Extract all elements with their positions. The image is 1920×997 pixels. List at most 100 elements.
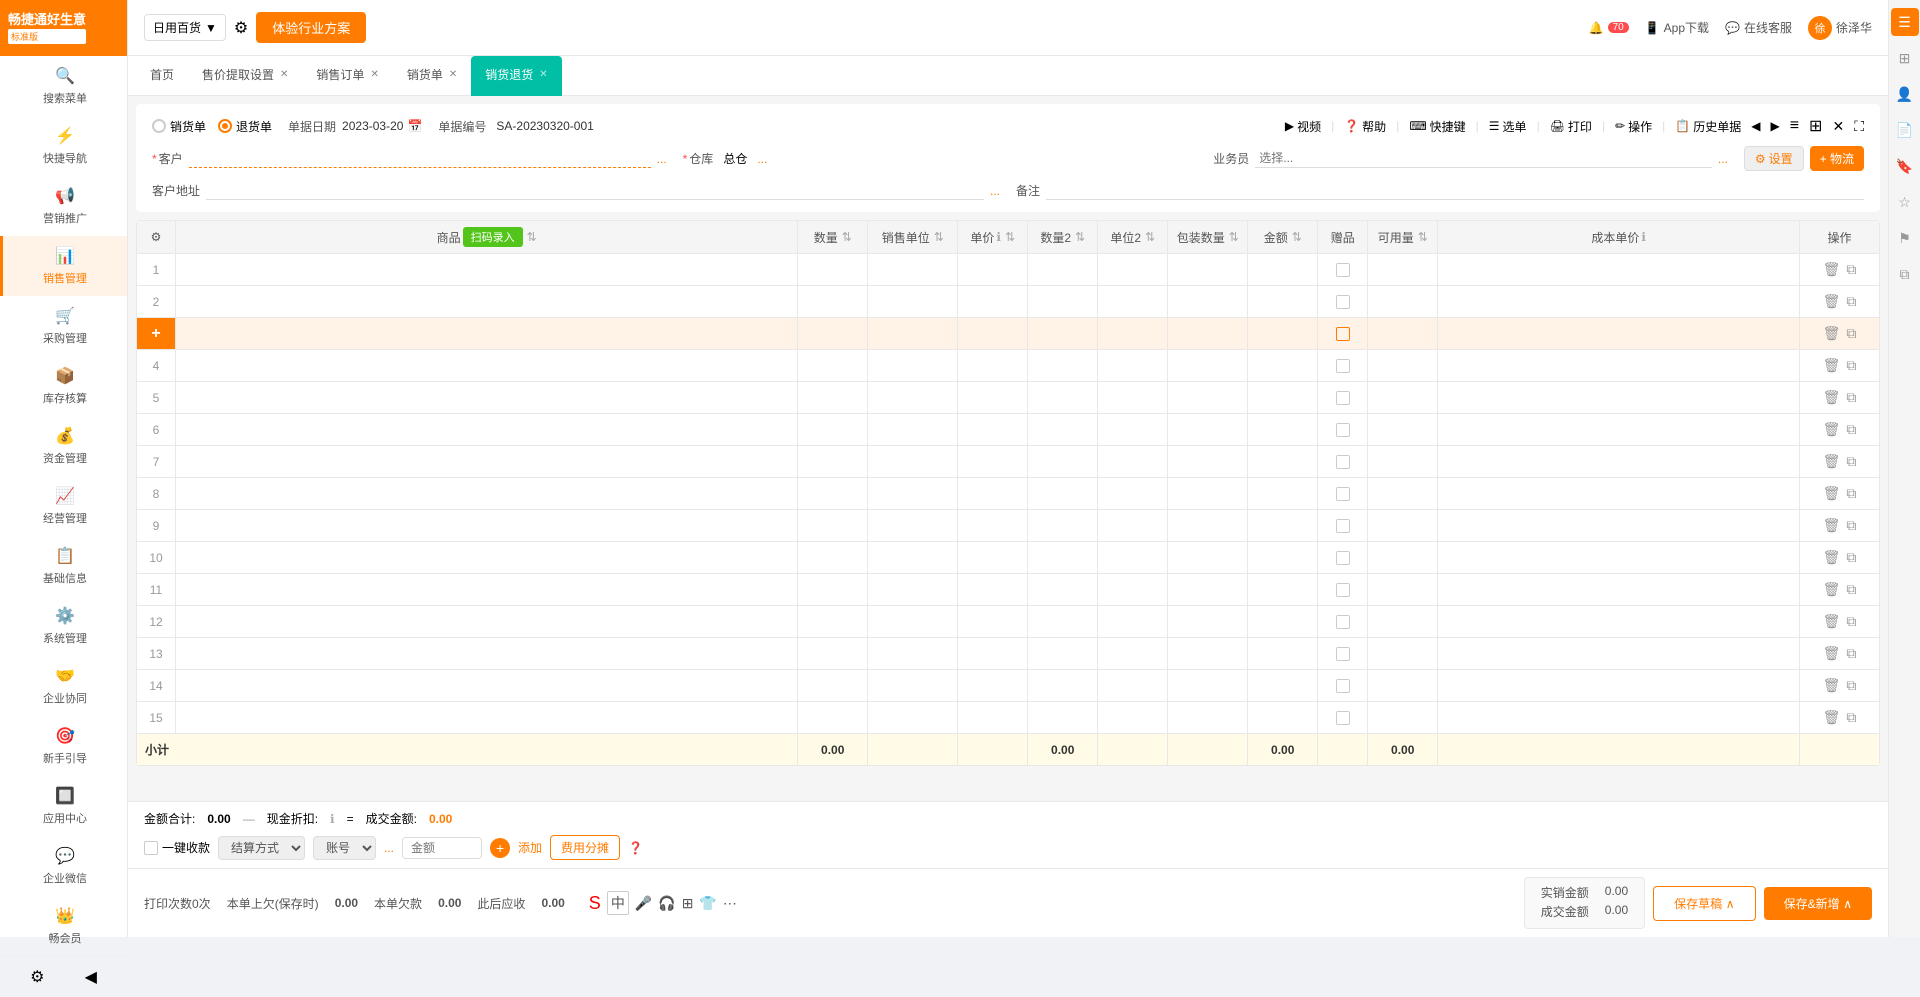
settings-col-icon[interactable]: ⚙	[151, 230, 162, 244]
row-pkgqty-cell[interactable]	[1168, 414, 1248, 446]
row-amount-cell[interactable]	[1248, 286, 1318, 318]
row-qty-cell[interactable]	[798, 446, 868, 478]
row-price-cell[interactable]	[958, 382, 1028, 414]
remark-input[interactable]	[1046, 181, 1864, 200]
row-product-cell[interactable]	[176, 670, 798, 702]
row-qty-cell[interactable]	[798, 318, 868, 350]
row-pkgqty-cell[interactable]	[1168, 606, 1248, 638]
salesman-input[interactable]	[1255, 149, 1712, 168]
industry-select[interactable]: 日用百货 ▼	[144, 14, 226, 41]
tab-close-1[interactable]: ✕	[280, 69, 288, 80]
tab-4[interactable]: 销货退货✕	[471, 56, 561, 96]
sidebar-item-采购管理[interactable]: 🛒采购管理	[0, 296, 127, 356]
row-avail-cell[interactable]	[1368, 574, 1438, 606]
row-unit2-cell[interactable]	[1098, 638, 1168, 670]
row-delete-btn-2[interactable]: 🗑	[1823, 293, 1841, 310]
row-qty-cell[interactable]	[798, 414, 868, 446]
row-copy-btn-9[interactable]: ⧉	[1846, 517, 1856, 534]
account-more-icon[interactable]: ...	[384, 841, 394, 855]
row-unit2-cell[interactable]	[1098, 382, 1168, 414]
unit-sort-icon[interactable]: ⇅	[934, 230, 944, 244]
maximize-btn[interactable]: ⛶	[1854, 118, 1864, 135]
amount-input[interactable]	[402, 837, 482, 859]
sidebar-item-企业微信[interactable]: 💬企业微信	[0, 836, 127, 896]
row-cost-cell[interactable]	[1438, 670, 1800, 702]
row-pkgqty-cell[interactable]	[1168, 286, 1248, 318]
row-copy-btn-4[interactable]: ⧉	[1846, 357, 1856, 374]
row-copy-btn-8[interactable]: ⧉	[1846, 485, 1856, 502]
row-product-cell[interactable]	[176, 478, 798, 510]
row-unit2-cell[interactable]	[1098, 318, 1168, 350]
row-delete-btn-9[interactable]: 🗑	[1823, 517, 1841, 534]
address-more-icon[interactable]: ...	[990, 184, 1000, 198]
gift-checkbox-7[interactable]	[1336, 455, 1350, 469]
row-unit-cell[interactable]	[868, 574, 958, 606]
notification-btn[interactable]: 🔔 70	[1589, 21, 1629, 35]
row-qty2-cell[interactable]	[1028, 574, 1098, 606]
row-pkgqty-cell[interactable]	[1168, 702, 1248, 734]
row-unit2-cell[interactable]	[1098, 510, 1168, 542]
row-unit2-cell[interactable]	[1098, 350, 1168, 382]
row-unit-cell[interactable]	[868, 542, 958, 574]
grid-icon[interactable]: ⊞	[1891, 44, 1919, 72]
tab-2[interactable]: 销售订单✕	[302, 56, 392, 96]
row-unit-cell[interactable]	[868, 478, 958, 510]
row-qty-cell[interactable]	[798, 542, 868, 574]
sidebar-item-新手引导[interactable]: 🎯新手引导	[0, 716, 127, 776]
row-cost-cell[interactable]	[1438, 414, 1800, 446]
row-qty2-cell[interactable]	[1028, 542, 1098, 574]
row-product-cell[interactable]	[176, 702, 798, 734]
row-avail-cell[interactable]	[1368, 702, 1438, 734]
customer-more-icon[interactable]: ...	[657, 152, 667, 166]
row-unit-cell[interactable]	[868, 254, 958, 286]
row-copy-btn-3[interactable]: ⧉	[1846, 325, 1856, 342]
gift-checkbox-6[interactable]	[1336, 423, 1350, 437]
row-delete-btn-11[interactable]: 🗑	[1823, 581, 1841, 598]
row-amount-cell[interactable]	[1248, 638, 1318, 670]
row-avail-cell[interactable]	[1368, 478, 1438, 510]
help-btn[interactable]: ❓ 帮助	[1344, 118, 1386, 135]
row-qty-cell[interactable]	[798, 382, 868, 414]
sidebar-settings-icon[interactable]: ⚙	[30, 967, 44, 987]
row-amount-cell[interactable]	[1248, 510, 1318, 542]
row-avail-cell[interactable]	[1368, 606, 1438, 638]
setting-btn[interactable]: ⚙ 设置	[1744, 146, 1804, 171]
row-unit-cell[interactable]	[868, 318, 958, 350]
row-qty2-cell[interactable]	[1028, 478, 1098, 510]
customer-input[interactable]	[189, 149, 651, 168]
address-input[interactable]	[206, 181, 984, 200]
add-logistics-btn[interactable]: + 物流	[1810, 146, 1864, 171]
row-unit2-cell[interactable]	[1098, 414, 1168, 446]
row-unit-cell[interactable]	[868, 606, 958, 638]
row-amount-cell[interactable]	[1248, 542, 1318, 574]
qty-sort-icon[interactable]: ⇅	[842, 230, 852, 244]
row-product-cell[interactable]	[176, 446, 798, 478]
row-price-cell[interactable]	[958, 414, 1028, 446]
row-copy-btn-1[interactable]: ⧉	[1846, 261, 1856, 278]
row-product-cell[interactable]	[176, 638, 798, 670]
row-unit-cell[interactable]	[868, 670, 958, 702]
add-payment-btn[interactable]: +	[490, 838, 510, 858]
row-unit-cell[interactable]	[868, 382, 958, 414]
row-qty2-cell[interactable]	[1028, 318, 1098, 350]
file-icon[interactable]: 📄	[1891, 116, 1919, 144]
gift-checkbox-2[interactable]	[1336, 295, 1350, 309]
fee-split-btn[interactable]: 费用分摊	[550, 835, 620, 860]
next-btn[interactable]: ▶	[1770, 119, 1779, 133]
amount-sort-icon[interactable]: ⇅	[1292, 230, 1302, 244]
row-cost-cell[interactable]	[1438, 702, 1800, 734]
gift-checkbox-1[interactable]	[1336, 263, 1350, 277]
gift-checkbox-10[interactable]	[1336, 551, 1350, 565]
row-unit2-cell[interactable]	[1098, 574, 1168, 606]
row-avail-cell[interactable]	[1368, 350, 1438, 382]
sidebar-item-销售管理[interactable]: 📊销售管理	[0, 236, 127, 296]
row-copy-btn-15[interactable]: ⧉	[1846, 709, 1856, 726]
row-delete-btn-4[interactable]: 🗑	[1823, 357, 1841, 374]
row-delete-btn-12[interactable]: 🗑	[1823, 613, 1841, 630]
row-amount-cell[interactable]	[1248, 606, 1318, 638]
row-copy-btn-14[interactable]: ⧉	[1846, 677, 1856, 694]
row-price-cell[interactable]	[958, 670, 1028, 702]
row-avail-cell[interactable]	[1368, 446, 1438, 478]
row-qty-cell[interactable]	[798, 638, 868, 670]
view-list-btn[interactable]: ≡	[1790, 117, 1799, 135]
